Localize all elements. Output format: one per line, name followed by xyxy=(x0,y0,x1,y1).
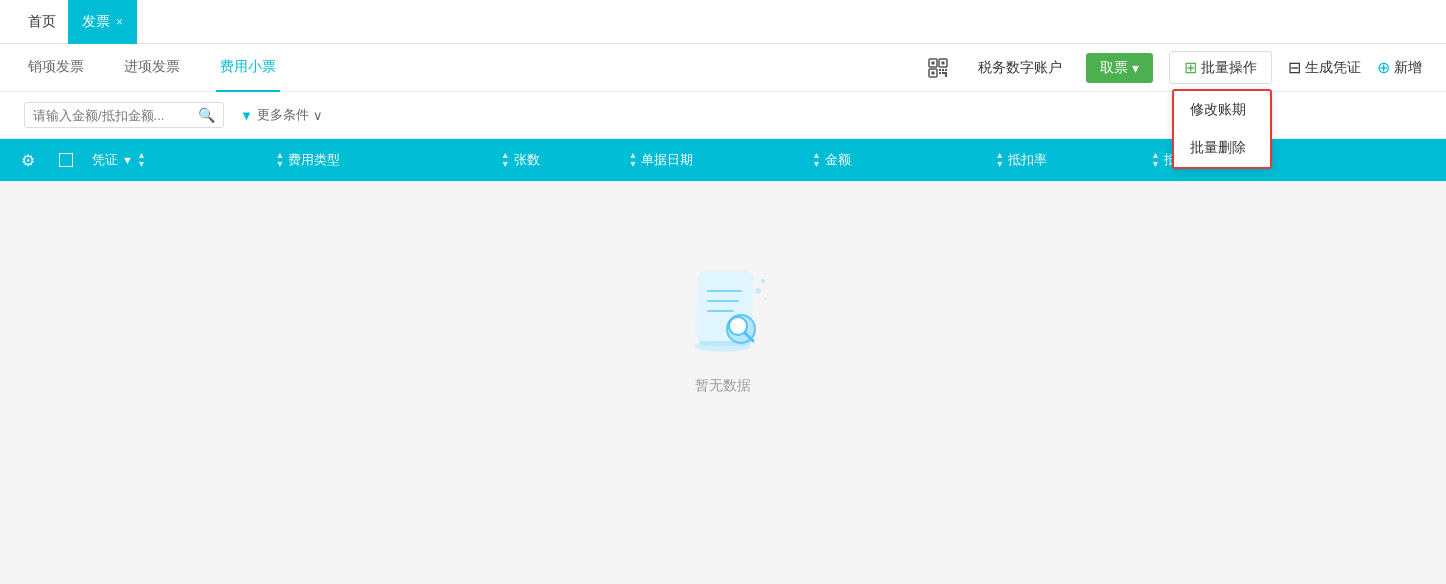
amount-column-header[interactable]: ▲▼ 金额 xyxy=(804,151,987,169)
svg-rect-10 xyxy=(942,72,947,74)
input-invoice-tab[interactable]: 进项发票 xyxy=(120,44,184,92)
add-label: 新增 xyxy=(1394,59,1422,77)
svg-rect-8 xyxy=(945,69,947,71)
svg-rect-7 xyxy=(942,69,944,71)
sub-nav: 销项发票 进项发票 费用小票 税务数字账户 取票 ▾ xyxy=(0,44,1446,92)
expense-type-label: 费用类型 xyxy=(288,151,340,169)
count-column-header[interactable]: ▲▼ 张数 xyxy=(493,151,621,169)
voucher-label: 凭证 xyxy=(92,151,118,169)
gen-voucher-button[interactable]: ⊟ 生成凭证 xyxy=(1288,58,1361,77)
svg-rect-9 xyxy=(939,72,941,74)
checkbox-column-header[interactable] xyxy=(48,153,84,167)
svg-point-21 xyxy=(764,298,767,301)
sub-nav-left: 销项发票 进项发票 费用小票 xyxy=(24,44,280,92)
svg-rect-5 xyxy=(932,71,935,74)
voucher-sort[interactable]: ▲▼ xyxy=(137,151,146,169)
add-button[interactable]: ⊕ 新增 xyxy=(1377,58,1422,77)
batch-op-icon: ⊞ xyxy=(1184,58,1197,77)
take-ticket-button[interactable]: 取票 ▾ xyxy=(1086,53,1153,83)
amount-sort[interactable]: ▲▼ xyxy=(812,151,821,169)
more-filter-arrow: ∨ xyxy=(313,108,323,123)
count-sort[interactable]: ▲▼ xyxy=(501,151,510,169)
svg-point-20 xyxy=(761,279,765,283)
sales-invoice-tab[interactable]: 销项发票 xyxy=(24,44,88,92)
take-ticket-label: 取票 xyxy=(1100,59,1128,77)
search-wrap: 🔍 xyxy=(24,102,224,128)
search-input[interactable] xyxy=(33,108,192,123)
add-icon: ⊕ xyxy=(1377,58,1390,77)
count-label: 张数 xyxy=(514,151,540,169)
date-column-header[interactable]: ▲▼ 单据日期 xyxy=(620,151,803,169)
invoice-tab-label: 发票 xyxy=(82,13,110,31)
invoice-tab[interactable]: 发票 × xyxy=(68,0,137,44)
settings-column-header[interactable]: ⚙ xyxy=(8,151,48,170)
empty-state: 暂无数据 xyxy=(0,181,1446,435)
search-icon[interactable]: 🔍 xyxy=(198,107,215,123)
batch-op-label: 批量操作 xyxy=(1201,59,1257,77)
svg-point-19 xyxy=(755,288,761,294)
batch-op-dropdown: ⊞ 批量操作 修改账期 批量删除 xyxy=(1169,51,1272,84)
tax-account-button[interactable]: 税务数字账户 xyxy=(970,59,1070,77)
voucher-column-header[interactable]: 凭证 ▼ ▲▼ xyxy=(84,151,267,169)
svg-rect-4 xyxy=(942,61,945,64)
gen-voucher-label: 生成凭证 xyxy=(1305,59,1361,77)
date-sort[interactable]: ▲▼ xyxy=(628,151,637,169)
rate-label: 抵扣率 xyxy=(1008,151,1047,169)
batch-op-button[interactable]: ⊞ 批量操作 xyxy=(1169,51,1272,84)
empty-icon xyxy=(673,261,773,361)
select-all-checkbox[interactable] xyxy=(59,153,73,167)
expense-sort[interactable]: ▲▼ xyxy=(275,151,284,169)
date-label: 单据日期 xyxy=(641,151,693,169)
home-nav-item[interactable]: 首页 xyxy=(16,0,68,44)
edit-period-menu-item[interactable]: 修改账期 xyxy=(1174,91,1270,129)
rate-sort[interactable]: ▲▼ xyxy=(995,151,1004,169)
sub-nav-right: 税务数字账户 取票 ▾ ⊞ 批量操作 修改账期 批量删除 ⊟ 生成凭证 ⊕ 新增 xyxy=(922,51,1422,84)
batch-op-menu: 修改账期 批量删除 xyxy=(1172,89,1272,169)
invoice-tab-close[interactable]: × xyxy=(116,15,123,29)
svg-rect-6 xyxy=(939,69,941,71)
deduct-sort[interactable]: ▲▼ xyxy=(1151,151,1160,169)
voucher-filter-icon[interactable]: ▼ xyxy=(122,154,133,166)
svg-rect-11 xyxy=(945,74,947,77)
filter-icon: ▼ xyxy=(240,108,253,123)
qr-code-button[interactable] xyxy=(922,52,954,84)
batch-delete-menu-item[interactable]: 批量删除 xyxy=(1174,129,1270,167)
gear-icon: ⚙ xyxy=(21,151,35,170)
top-nav: 首页 发票 × xyxy=(0,0,1446,44)
expense-ticket-tab[interactable]: 费用小票 xyxy=(216,44,280,92)
expense-type-column-header[interactable]: ▲▼ 费用类型 xyxy=(267,151,492,169)
gen-voucher-icon: ⊟ xyxy=(1288,58,1301,77)
svg-rect-3 xyxy=(932,61,935,64)
more-filter-label: 更多条件 xyxy=(257,106,309,124)
more-filter-button[interactable]: ▼ 更多条件 ∨ xyxy=(240,106,323,124)
amount-label: 金额 xyxy=(825,151,851,169)
take-ticket-arrow: ▾ xyxy=(1132,60,1139,76)
rate-column-header[interactable]: ▲▼ 抵扣率 xyxy=(987,151,1143,169)
empty-text: 暂无数据 xyxy=(695,377,751,395)
